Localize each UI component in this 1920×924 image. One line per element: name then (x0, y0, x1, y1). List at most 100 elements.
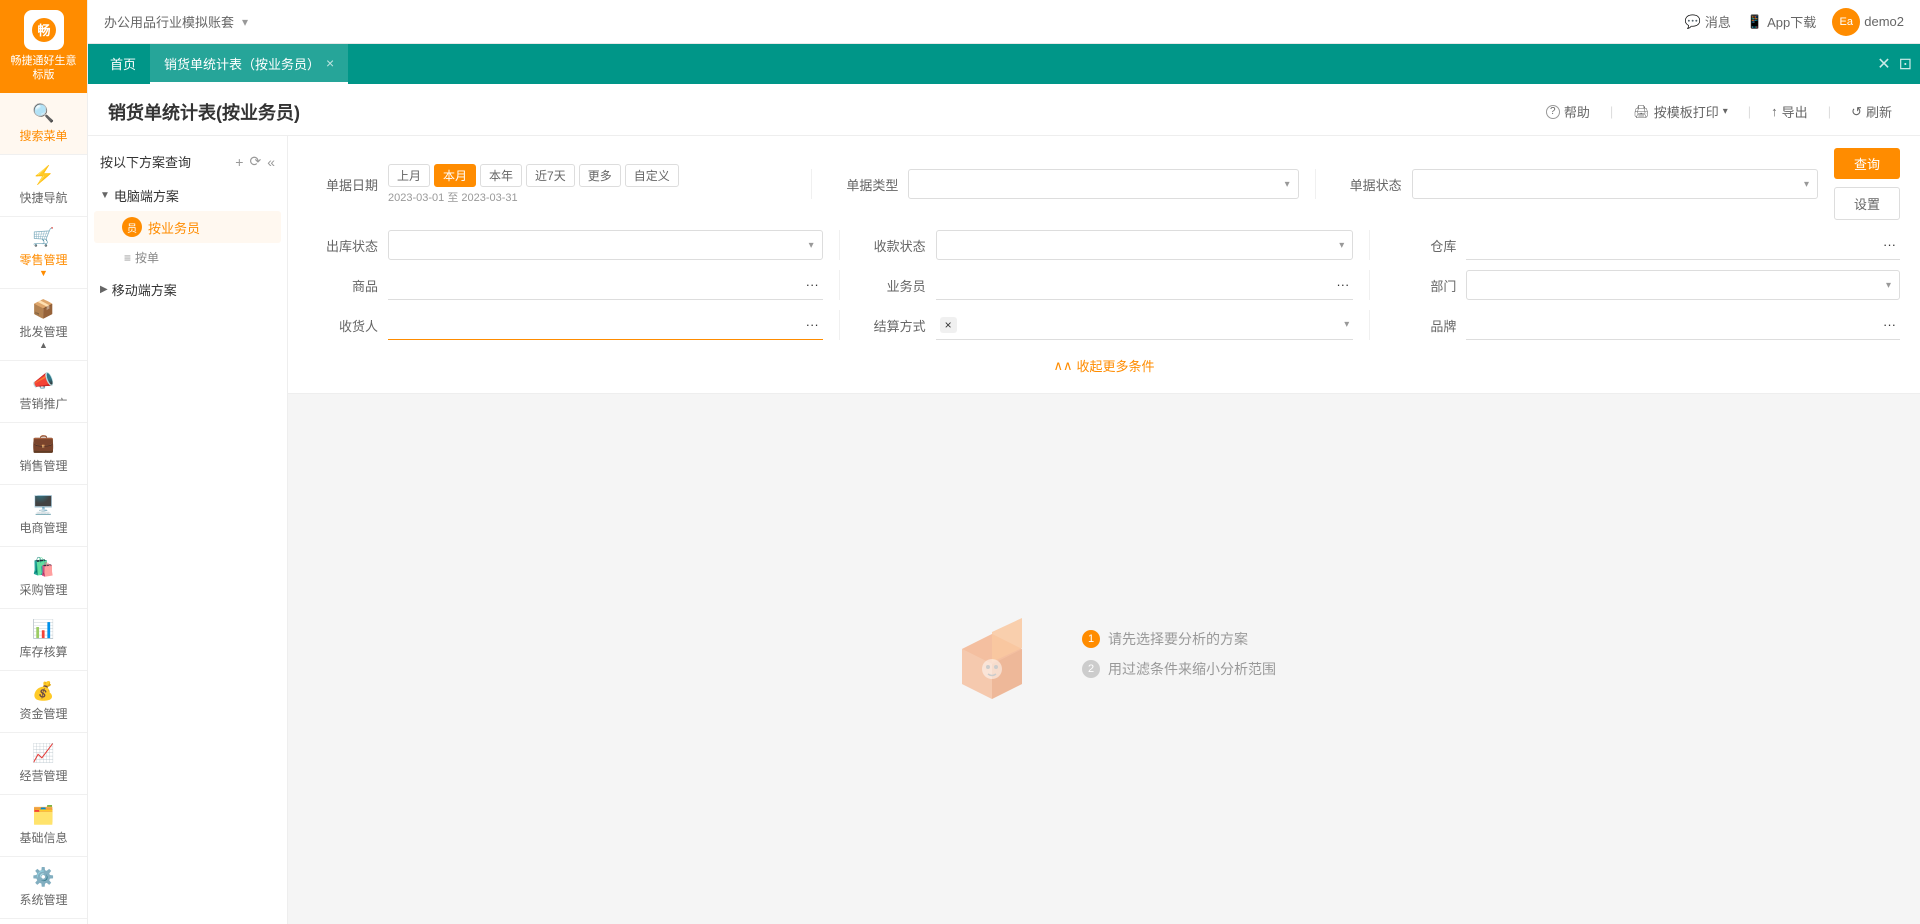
dept-dropdown-icon: ▾ (1886, 280, 1891, 291)
filter-receiver-value[interactable]: ··· (388, 310, 823, 340)
date-btn-this-year[interactable]: 本年 (480, 164, 522, 187)
refresh-label: 刷新 (1866, 102, 1892, 121)
export-btn[interactable]: ↑ 导出 (1763, 98, 1816, 125)
desktop-scheme-label: 电脑端方案 (114, 186, 179, 205)
page-header: 销货单统计表(按业务员) ? 帮助 | 🖨 按模板打印 ▾ | ↑ 导出 | (88, 84, 1920, 136)
sidebar-item-retail[interactable]: 🛒 零售管理 ▼ (0, 217, 87, 289)
print-btn[interactable]: 🖨 按模板打印 ▾ (1625, 98, 1736, 125)
empty-tip-2: 2 用过滤条件来缩小分析范围 (1082, 659, 1276, 679)
tip-text-1: 请先选择要分析的方案 (1108, 629, 1248, 649)
settings-button[interactable]: 设置 (1834, 187, 1900, 220)
empty-tip-1: 1 请先选择要分析的方案 (1082, 629, 1276, 649)
tab-home[interactable]: 首页 (96, 44, 150, 84)
sidebar-item-label: 营销推广 (19, 395, 67, 412)
date-btn-last-month[interactable]: 上月 (388, 164, 430, 187)
mobile-scheme-header[interactable]: ▶ 移动端方案 (88, 275, 287, 304)
left-panel: 按以下方案查询 + ⟳ « ▼ 电脑端方案 员 按业务员 (88, 136, 288, 924)
filter-doctype-cell: 单据类型 ▾ (811, 169, 1314, 199)
tab-sales-stat[interactable]: 销货单统计表（按业务员） × (150, 44, 348, 84)
message-btn[interactable]: 💬 消息 (1685, 12, 1731, 31)
filter-paymentstatus-select[interactable]: ▾ (936, 230, 1354, 260)
search-icon: 🔍 (32, 103, 54, 124)
content-body: 按以下方案查询 + ⟳ « ▼ 电脑端方案 员 按业务员 (88, 136, 1920, 924)
date-range-display: 2023-03-01 至 2023-03-31 (388, 189, 795, 205)
filter-row-1: 单据日期 上月 本月 本年 近7天 更多 自定义 20 (308, 148, 1900, 220)
refresh-btn[interactable]: ↺ 刷新 (1843, 98, 1900, 125)
user-info[interactable]: Ea demo2 (1832, 8, 1904, 36)
industry-dropdown-icon[interactable]: ▾ (242, 15, 248, 29)
sidebar-item-inventory[interactable]: 📊 库存核算 (0, 609, 87, 671)
logo-icon: 畅 (24, 10, 64, 50)
sidebar-item-system[interactable]: ⚙️ 系统管理 (0, 857, 87, 919)
tab-maximize-icon[interactable]: ⊡ (1899, 54, 1912, 74)
finance-icon: 💰 (32, 681, 54, 702)
filter-docstatus-select[interactable]: ▾ (1412, 169, 1818, 199)
filter-row-3: 商品 ··· 业务员 ··· 部门 (308, 270, 1900, 300)
filter-brand-value[interactable]: ··· (1466, 310, 1900, 340)
lp-collapse-btn[interactable]: « (267, 154, 275, 170)
date-btn-this-month[interactable]: 本月 (434, 164, 476, 187)
sidebar-item-marketing[interactable]: 📣 营销推广 (0, 361, 87, 423)
industry-selector[interactable]: 办公用品行业模拟账套 (104, 12, 234, 31)
filter-paymethod-label: 结算方式 (856, 316, 936, 335)
sidebar-item-label: 系统管理 (19, 891, 67, 908)
filter-paymentstatus-label: 收款状态 (856, 236, 936, 255)
page-title: 销货单统计表(按业务员) (108, 99, 300, 125)
query-button[interactable]: 查询 (1834, 148, 1900, 179)
scheme-item-by-staff[interactable]: 员 按业务员 (94, 211, 281, 243)
filter-goods-cell: 商品 ··· (308, 270, 839, 300)
tab-close-icon[interactable]: × (326, 56, 334, 70)
logo-area[interactable]: 畅 畅捷通好生意 标版 (0, 0, 87, 93)
outstatus-dropdown-icon: ▾ (809, 240, 814, 251)
app-download-btn[interactable]: 📱 App下载 (1747, 12, 1816, 31)
sidebar-item-wholesale[interactable]: 📦 批发管理 ▲ (0, 289, 87, 361)
sidebar-item-sales[interactable]: 💼 销售管理 (0, 423, 87, 485)
tab-close-window-icon[interactable]: ✕ (1877, 54, 1890, 74)
filter-receiver-label: 收货人 (308, 316, 388, 335)
help-btn[interactable]: ? 帮助 (1538, 98, 1598, 125)
sales-icon: 💼 (32, 433, 54, 454)
tag-x-icon[interactable]: × (945, 318, 952, 332)
sidebar-item-quicknav[interactable]: ⚡ 快捷导航 (0, 155, 87, 217)
filter-outstatus-select[interactable]: ▾ (388, 230, 823, 260)
sidebar-item-ecommerce[interactable]: 🖥️ 电商管理 (0, 485, 87, 547)
filter-outstatus-cell: 出库状态 ▾ (308, 230, 839, 260)
goods-dots: ··· (806, 277, 819, 292)
tab-home-label: 首页 (110, 54, 136, 73)
payment-method-tag[interactable]: × (940, 317, 957, 333)
sidebar-item-enterprise[interactable]: 🏢 企业协同 (0, 919, 87, 924)
filter-warehouse-value[interactable]: ··· (1466, 230, 1900, 260)
export-label: 导出 (1782, 102, 1808, 121)
filter-doctype-select[interactable]: ▾ (908, 169, 1298, 199)
tip-num-1: 1 (1082, 630, 1100, 648)
filter-receiver-cell: 收货人 ··· (308, 310, 839, 340)
date-btns-row: 上月 本月 本年 近7天 更多 自定义 (388, 164, 795, 187)
desktop-scheme-header[interactable]: ▼ 电脑端方案 (88, 181, 287, 210)
user-name: demo2 (1864, 14, 1904, 29)
staff-dots: ··· (1336, 277, 1349, 292)
scheme-doc-icon: ≡ (124, 251, 131, 265)
filter-goods-value[interactable]: ··· (388, 270, 823, 300)
sidebar-item-operations[interactable]: 📈 经营管理 (0, 733, 87, 795)
scheme-item-by-doc[interactable]: ≡ 按单 (88, 244, 287, 271)
tab-sales-stat-label: 销货单统计表（按业务员） (164, 54, 320, 73)
sidebar-item-search[interactable]: 🔍 搜索菜单 (0, 93, 87, 155)
empty-icon (932, 599, 1052, 719)
filter-brand-cell: 品牌 ··· (1369, 310, 1900, 340)
date-btn-more[interactable]: 更多 (579, 164, 621, 187)
collapse-conditions-btn[interactable]: ∧∧ 收起更多条件 (308, 350, 1900, 381)
sidebar-item-finance[interactable]: 💰 资金管理 (0, 671, 87, 733)
sidebar-item-label: 批发管理 (19, 323, 67, 340)
filter-dept-select[interactable]: ▾ (1466, 270, 1900, 300)
sidebar-item-purchase[interactable]: 🛍️ 采购管理 (0, 547, 87, 609)
chevron-up-icon: ▲ (39, 340, 48, 350)
lp-add-btn[interactable]: + (235, 154, 243, 170)
lp-refresh-btn[interactable]: ⟳ (249, 153, 261, 170)
ecommerce-icon: 🖥️ (32, 495, 54, 516)
date-btn-7days[interactable]: 近7天 (526, 164, 575, 187)
sidebar-navigation: 🔍 搜索菜单 ⚡ 快捷导航 🛒 零售管理 ▼ 📦 批发管理 ▲ 📣 营销推广 💼… (0, 93, 87, 924)
date-btn-custom[interactable]: 自定义 (625, 164, 679, 187)
filter-staff-value[interactable]: ··· (936, 270, 1354, 300)
sidebar-item-basic[interactable]: 🗂️ 基础信息 (0, 795, 87, 857)
basic-icon: 🗂️ (32, 805, 54, 826)
